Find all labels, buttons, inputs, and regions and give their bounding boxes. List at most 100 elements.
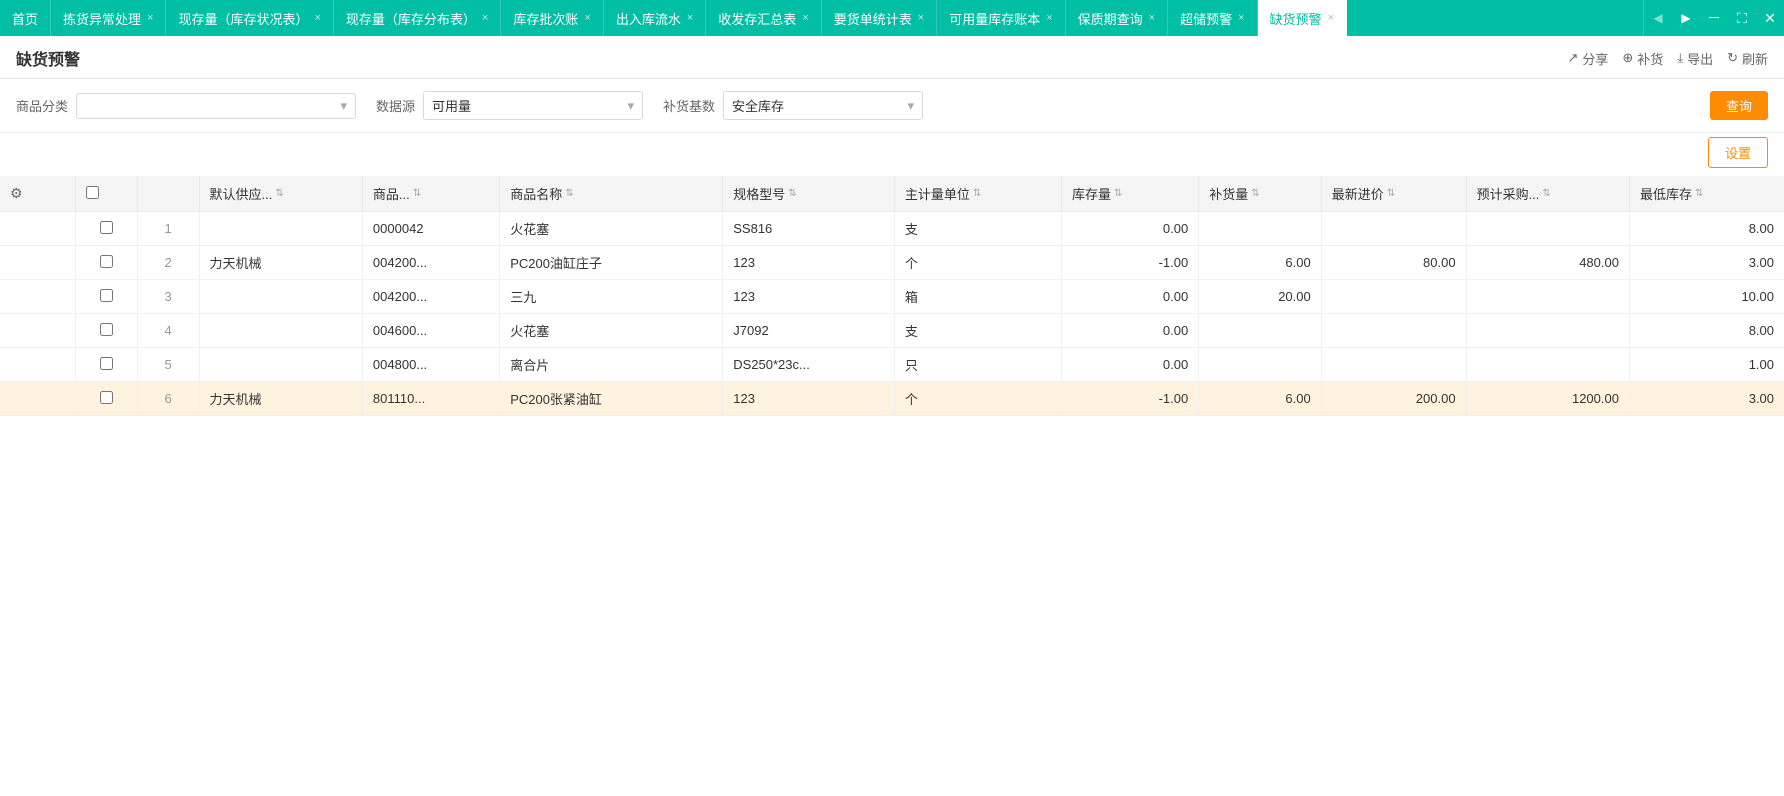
row-spec-1: 123 [723,246,895,280]
nav-tab-close-7[interactable]: × [918,12,924,24]
nav-tab-label-8: 可用量库存账本 [949,9,1040,28]
refresh-label: 刷新 [1742,49,1768,68]
settings-button[interactable]: 设置 [1708,137,1768,168]
nav-tab-close-11[interactable]: × [1328,12,1334,24]
row-num-4: 5 [137,348,199,382]
row-check-4[interactable] [75,348,137,382]
nav-tab-close-6[interactable]: × [802,12,808,24]
nav-minimize-btn[interactable]: － [1700,0,1728,36]
row-checkbox-2[interactable] [100,289,113,302]
row-spec-5: 123 [723,382,895,416]
refresh-button[interactable]: ↻ 刷新 [1727,49,1768,68]
row-spec-2: 123 [723,280,895,314]
datasource-select[interactable]: 可用量 ▾ [423,91,643,120]
nav-tab-2[interactable]: 现存量（库存状况表）× [166,0,333,36]
share-icon: ↗ [1567,50,1578,66]
nav-tab-close-10[interactable]: × [1238,12,1244,24]
row-unit-3: 支 [894,314,1061,348]
th-stock: 库存量 ⇅ [1061,176,1198,212]
nav-tab-label-5: 出入库流水 [616,9,681,28]
nav-tab-close-3[interactable]: × [482,12,488,24]
row-minstock-2: 10.00 [1629,280,1784,314]
category-select[interactable]: ▾ [76,93,356,119]
nav-tab-6[interactable]: 收发存汇总表× [706,0,821,36]
th-name: 商品名称 ⇅ [500,176,723,212]
row-checkbox-4[interactable] [100,357,113,370]
nav-tab-1[interactable]: 拣货异常处理 × [51,0,166,36]
share-button[interactable]: ↗ 分享 [1567,49,1608,68]
select-all-checkbox[interactable] [86,186,99,199]
nav-tab-5[interactable]: 出入库流水 × [604,0,706,36]
row-settings-1 [0,246,75,280]
datasource-label: 数据源 [376,96,415,115]
row-check-2[interactable] [75,280,137,314]
row-check-3[interactable] [75,314,137,348]
nav-prev-arrow[interactable]: ◀ [1644,0,1672,36]
nav-tab-close-2[interactable]: × [314,12,320,24]
category-label: 商品分类 [16,96,68,115]
table-row[interactable]: 5 004800... 离合片 DS250*23c... 只 0.00 1.00 [0,348,1784,382]
replenish-button[interactable]: ⊕ 补货 [1622,49,1663,68]
replenish-label: 补货 [1637,49,1663,68]
datasource-arrow-icon: ▾ [628,98,635,114]
row-name-2: 三九 [500,280,723,314]
row-settings-0 [0,212,75,246]
row-stock-4: 0.00 [1061,348,1198,382]
nav-tab-11[interactable]: 缺货预警 × [1258,0,1347,36]
nav-tab-close-9[interactable]: × [1149,12,1155,24]
nav-tab-0[interactable]: 首页 [0,0,51,36]
nav-maximize-btn[interactable]: ⛶ [1728,0,1756,36]
nav-next-arrow[interactable]: ▶ [1672,0,1700,36]
nav-tab-8[interactable]: 可用量库存账本 × [937,0,1065,36]
row-unit-2: 箱 [894,280,1061,314]
nav-close-btn[interactable]: ✕ [1756,0,1784,36]
nav-tab-4[interactable]: 库存批次账× [501,0,603,36]
query-button[interactable]: 查询 [1710,91,1768,120]
row-forecast-4 [1466,348,1629,382]
base-select[interactable]: 安全库存 ▾ [723,91,923,120]
table-row[interactable]: 3 004200... 三九 123 箱 0.00 20.00 10.00 [0,280,1784,314]
row-price-5: 200.00 [1321,382,1466,416]
nav-tab-10[interactable]: 超储预警× [1168,0,1257,36]
nav-tab-label-11: 缺货预警 [1270,9,1322,28]
base-label: 补货基数 [663,96,715,115]
row-settings-2 [0,280,75,314]
datasource-value: 可用量 [432,96,471,115]
row-settings-3 [0,314,75,348]
row-num-2: 3 [137,280,199,314]
nav-tab-close-5[interactable]: × [687,12,693,24]
row-check-5[interactable] [75,382,137,416]
row-replenish-1: 6.00 [1199,246,1322,280]
th-supplier: 默认供应... ⇅ [199,176,362,212]
row-name-4: 离合片 [500,348,723,382]
row-stock-1: -1.00 [1061,246,1198,280]
sort-replenish-icon: ⇅ [1251,188,1259,199]
settings-gear-icon[interactable]: ⚙ [10,185,23,201]
th-forecast: 预计采购... ⇅ [1466,176,1629,212]
nav-tab-3[interactable]: 现存量（库存分布表）× [334,0,501,36]
row-checkbox-1[interactable] [100,255,113,268]
table-row[interactable]: 1 0000042 火花塞 SS816 支 0.00 8.00 [0,212,1784,246]
table-row[interactable]: 2 力天机械 004200... PC200油缸庄子 123 个 -1.00 6… [0,246,1784,280]
nav-tab-label-1: 拣货异常处理 [63,9,141,28]
sort-forecast-icon: ⇅ [1542,188,1550,199]
nav-tab-close-4[interactable]: × [584,12,590,24]
row-checkbox-0[interactable] [100,221,113,234]
nav-tab-9[interactable]: 保质期查询× [1066,0,1168,36]
row-checkbox-5[interactable] [100,391,113,404]
export-button[interactable]: ⤓ 导出 [1677,49,1713,68]
row-check-1[interactable] [75,246,137,280]
table-row[interactable]: 6 力天机械 801110... PC200张紧油缸 123 个 -1.00 6… [0,382,1784,416]
row-stock-3: 0.00 [1061,314,1198,348]
row-checkbox-3[interactable] [100,323,113,336]
cart-icon: ⊕ [1622,50,1633,66]
nav-tab-close-1[interactable]: × [147,12,153,24]
row-check-0[interactable] [75,212,137,246]
table-row[interactable]: 4 004600... 火花塞 J7092 支 0.00 8.00 [0,314,1784,348]
nav-tab-7[interactable]: 要货单统计表× [822,0,937,36]
row-name-5: PC200张紧油缸 [500,382,723,416]
nav-tab-close-8[interactable]: × [1046,12,1052,24]
th-unit: 主计量单位 ⇅ [894,176,1061,212]
sort-minstock-icon: ⇅ [1695,188,1703,199]
nav-tab-label-0: 首页 [12,9,38,28]
